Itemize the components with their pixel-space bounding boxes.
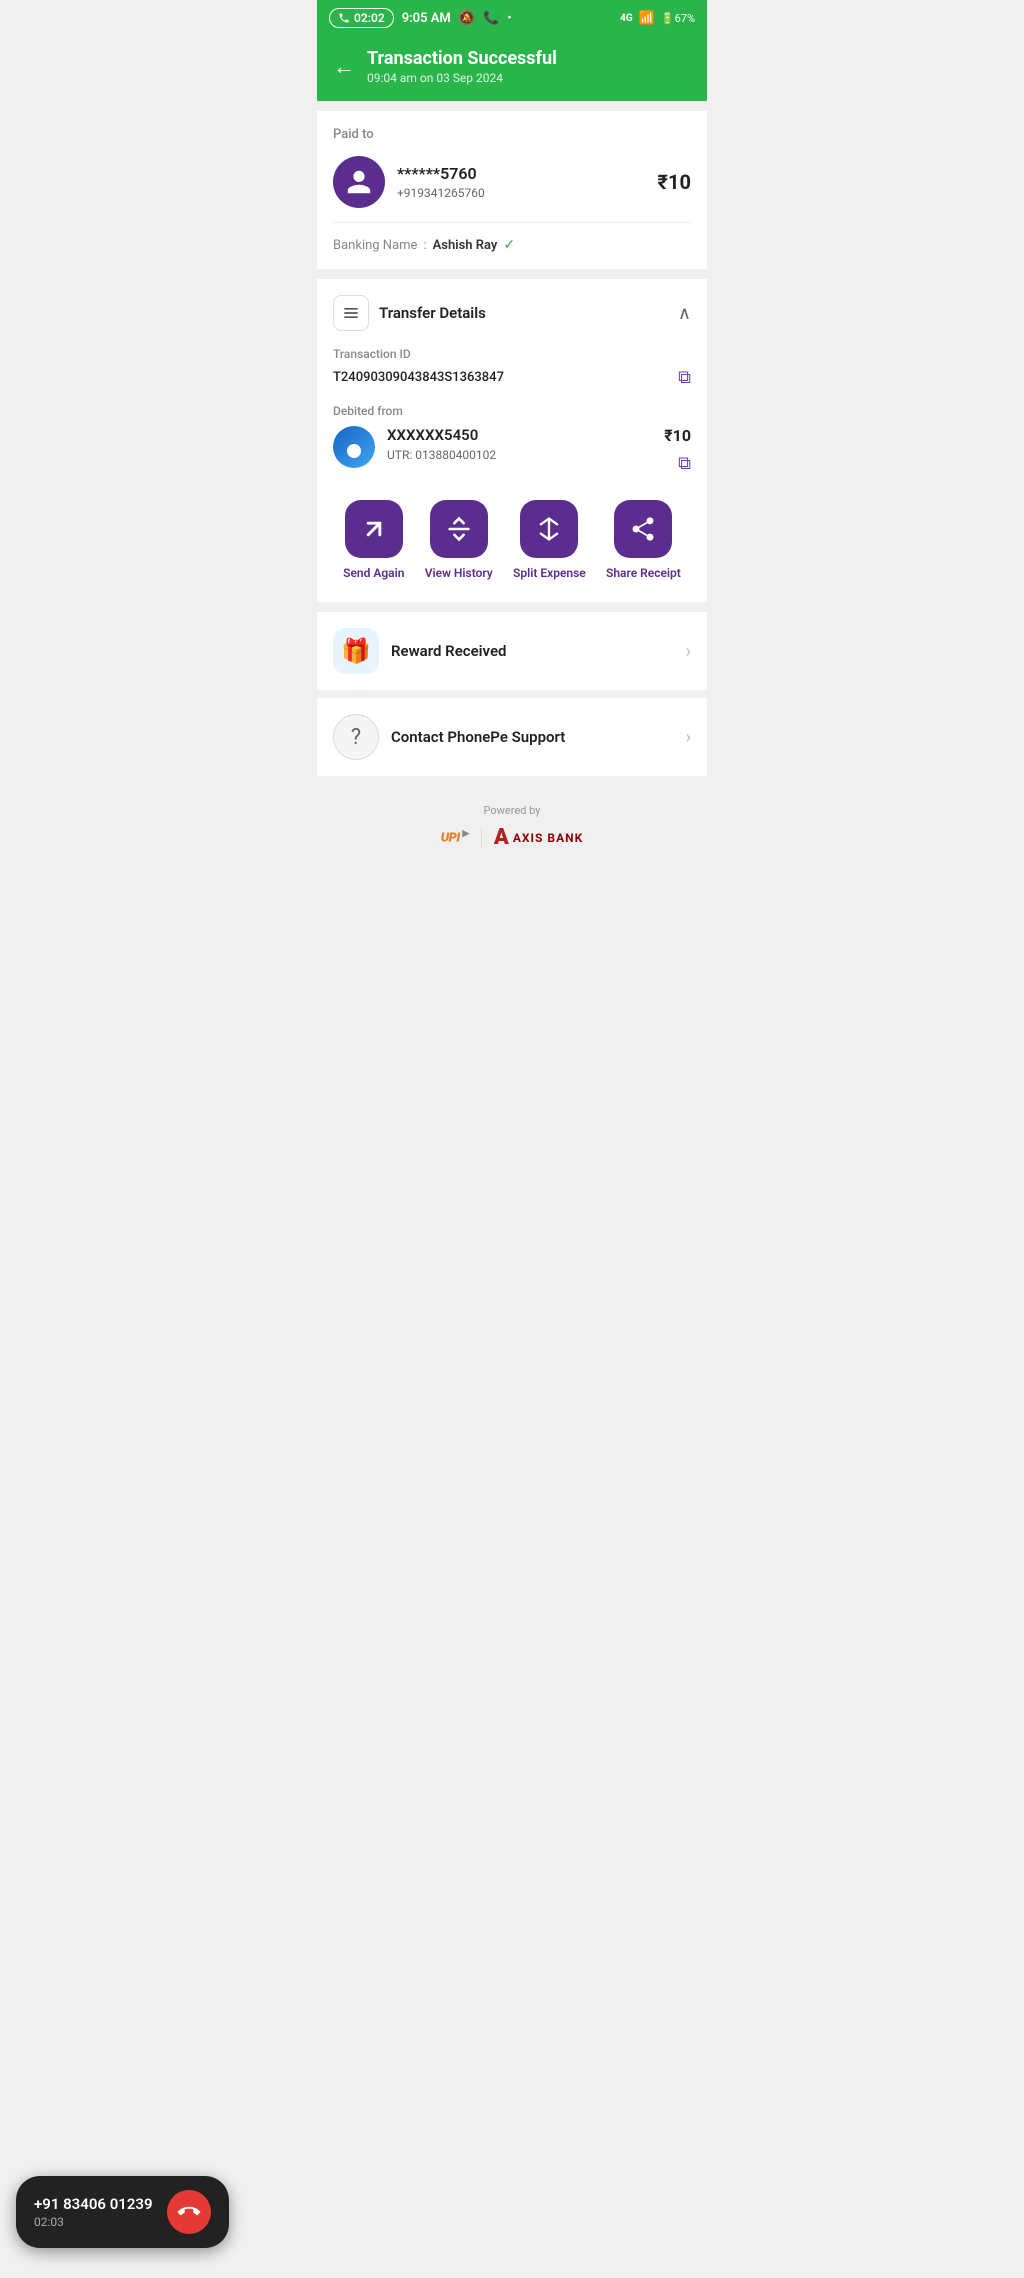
banking-name-label: Banking Name xyxy=(333,238,417,253)
sim-icon: 4G xyxy=(620,13,633,24)
transfer-details-title: Transfer Details xyxy=(379,304,486,322)
actions-row: Send Again View History Split Expense xyxy=(333,490,691,586)
call-number: +91 83406 01239 xyxy=(34,2195,153,2213)
transfer-details-toggle[interactable]: Transfer Details ∧ xyxy=(333,295,691,331)
axis-bank-logo: A AXIS BANK xyxy=(494,825,583,850)
transaction-amount: ₹10 xyxy=(658,170,691,194)
verified-icon: ✓ xyxy=(503,237,515,253)
mute-icon: 🔕 xyxy=(459,11,475,26)
split-expense-label: Split Expense xyxy=(513,566,586,580)
support-chevron-icon: › xyxy=(686,727,691,748)
copy-utr-button[interactable]: ⧉ xyxy=(678,453,691,474)
call-timer: 02:02 xyxy=(329,8,394,28)
share-receipt-icon-wrap xyxy=(614,500,672,558)
status-bar: 02:02 9:05 AM 🔕 📞 • 4G 📶 🔋67% xyxy=(317,0,707,36)
back-button[interactable]: ← xyxy=(333,54,355,80)
support-icon: ? xyxy=(333,714,379,760)
contact-support-row[interactable]: ? Contact PhonePe Support › xyxy=(317,698,707,776)
debit-amount: ₹10 xyxy=(664,426,691,445)
utr-number: UTR: 013880400102 xyxy=(387,448,496,462)
copy-txn-id-button[interactable]: ⧉ xyxy=(678,367,691,388)
share-receipt-label: Share Receipt xyxy=(606,566,681,580)
bank-account-number: XXXXXX5450 xyxy=(387,426,496,444)
view-history-button[interactable]: View History xyxy=(425,500,493,580)
recipient-phone: +919341265760 xyxy=(397,186,485,200)
call-floating-duration: 02:03 xyxy=(34,2215,153,2229)
reward-received-row[interactable]: 🎁 Reward Received › xyxy=(317,612,707,690)
signal-icon: 📶 xyxy=(639,11,655,26)
transfer-details-card: Transfer Details ∧ Transaction ID T24090… xyxy=(317,279,707,602)
transfer-details-icon xyxy=(333,295,369,331)
reward-icon: 🎁 xyxy=(333,628,379,674)
bank-icon xyxy=(333,426,375,468)
recipient-avatar xyxy=(333,156,385,208)
transaction-time: 09:04 am on 03 Sep 2024 xyxy=(367,71,557,85)
send-again-label: Send Again xyxy=(343,566,404,580)
transaction-id: T24090309043843S1363847 xyxy=(333,370,504,385)
dot-icon: • xyxy=(507,11,511,26)
contact-support-title: Contact PhonePe Support xyxy=(391,728,565,746)
page-header: ← Transaction Successful 09:04 am on 03 … xyxy=(317,36,707,101)
split-expense-button[interactable]: Split Expense xyxy=(513,500,586,580)
call-floating-widget: +91 83406 01239 02:03 xyxy=(16,2176,229,2248)
paid-to-card: Paid to ******5760 +919341265760 ₹10 Ban… xyxy=(317,111,707,269)
view-history-label: View History xyxy=(425,566,493,580)
footer: Powered by UPI ▶ A AXIS BANK xyxy=(317,784,707,880)
debited-from-label: Debited from xyxy=(333,404,691,418)
split-expense-icon-wrap xyxy=(520,500,578,558)
page-title: Transaction Successful xyxy=(367,48,557,69)
view-history-icon-wrap xyxy=(430,500,488,558)
share-receipt-button[interactable]: Share Receipt xyxy=(606,500,681,580)
txn-id-label: Transaction ID xyxy=(333,347,691,361)
battery-icon: 🔋67% xyxy=(661,12,695,25)
reward-chevron-icon: › xyxy=(686,641,691,662)
paid-to-label: Paid to xyxy=(333,127,691,142)
call-icon: 📞 xyxy=(483,11,499,26)
send-again-button[interactable]: Send Again xyxy=(343,500,404,580)
upi-logo: UPI ▶ xyxy=(441,829,469,845)
banking-name-value: Ashish Ray xyxy=(433,238,498,253)
chevron-up-icon: ∧ xyxy=(678,303,691,324)
reward-received-title: Reward Received xyxy=(391,642,507,660)
powered-by-label: Powered by xyxy=(333,804,691,817)
status-time: 9:05 AM xyxy=(402,11,451,26)
end-call-button[interactable] xyxy=(167,2190,211,2234)
send-again-icon-wrap xyxy=(345,500,403,558)
masked-account: ******5760 xyxy=(397,164,485,183)
